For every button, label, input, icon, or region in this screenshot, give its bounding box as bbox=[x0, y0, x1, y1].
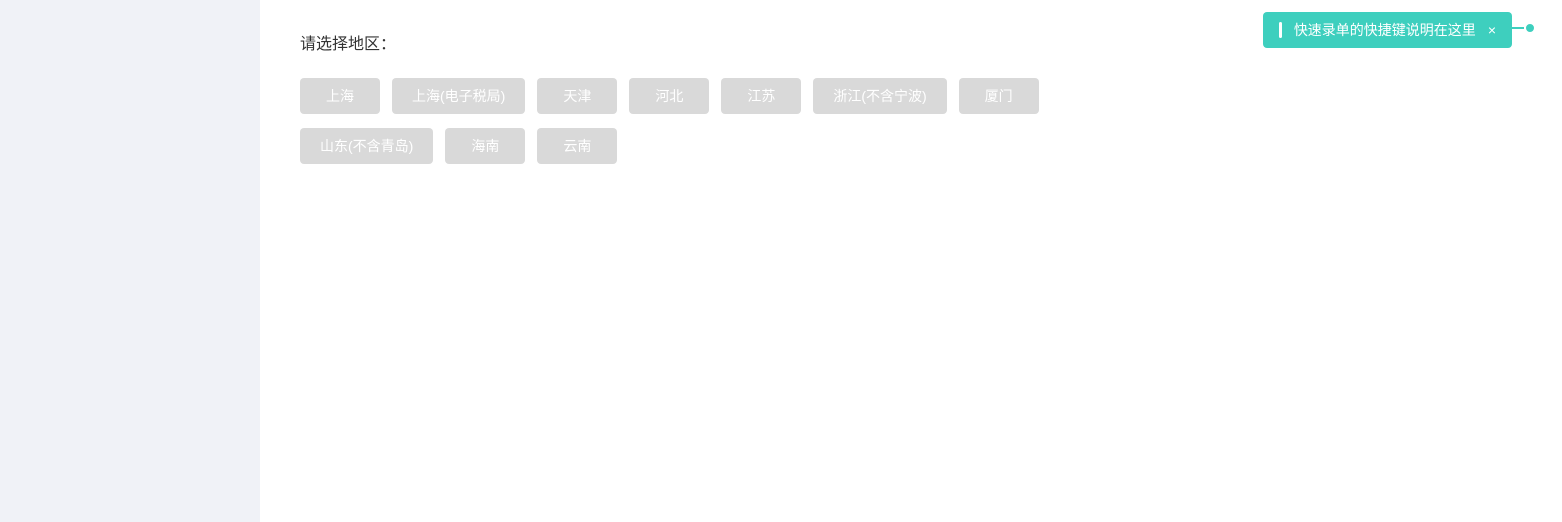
tooltip-bar bbox=[1279, 22, 1282, 38]
region-row-1: 上海上海(电子税局) 天津河北江苏浙江(不含宁波) 厦门 bbox=[300, 78, 1522, 114]
sidebar bbox=[0, 0, 260, 522]
region-button-3[interactable]: 河北 bbox=[629, 78, 709, 114]
region-button-4[interactable]: 江苏 bbox=[721, 78, 801, 114]
region-button-r2-2[interactable]: 云南 bbox=[537, 128, 617, 164]
region-button-r2-1[interactable]: 海南 bbox=[445, 128, 525, 164]
region-button-1[interactable]: 上海(电子税局) bbox=[392, 78, 525, 114]
close-icon[interactable]: × bbox=[1488, 22, 1496, 38]
tooltip-line bbox=[1508, 27, 1524, 29]
tooltip-banner: 快速录单的快捷键说明在这里 × bbox=[1263, 12, 1512, 48]
region-button-r2-0[interactable]: 山东(不含青岛) bbox=[300, 128, 433, 164]
region-button-0[interactable]: 上海 bbox=[300, 78, 380, 114]
region-button-6[interactable]: 厦门 bbox=[959, 78, 1039, 114]
region-row-2: 山东(不含青岛) 海南云南 bbox=[300, 128, 1522, 164]
tooltip-dot bbox=[1524, 22, 1536, 34]
tooltip-text: 快速录单的快捷键说明在这里 bbox=[1294, 20, 1476, 40]
region-button-5[interactable]: 浙江(不含宁波) bbox=[813, 78, 946, 114]
region-button-2[interactable]: 天津 bbox=[537, 78, 617, 114]
main-content: 请选择地区： 上海上海(电子税局)天津河北江苏浙江(不含宁波)厦门 山东(不含青… bbox=[260, 0, 1562, 522]
